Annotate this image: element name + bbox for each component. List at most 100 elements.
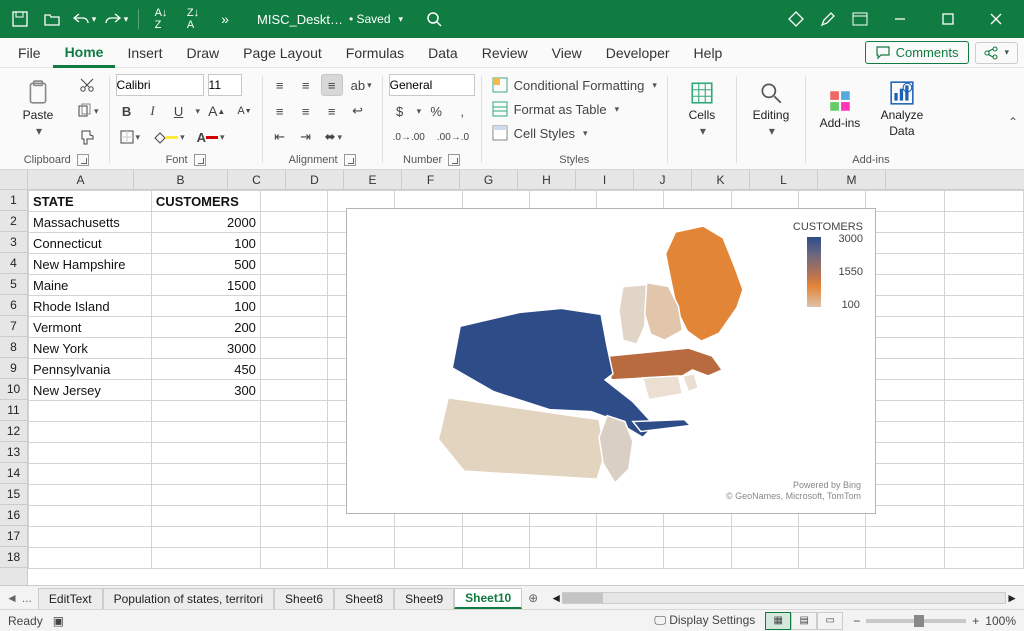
row-header[interactable]: 6 (0, 295, 27, 316)
cell[interactable] (260, 464, 327, 485)
row-header[interactable]: 1 (0, 190, 27, 211)
borders-icon[interactable]: ▾ (116, 126, 145, 148)
cell[interactable] (866, 233, 945, 254)
orientation-icon[interactable]: ab▾ (347, 74, 376, 96)
cell[interactable]: New Jersey (29, 380, 152, 401)
cell[interactable]: 1500 (151, 275, 260, 296)
cell[interactable]: Pennsylvania (29, 359, 152, 380)
column-header-K[interactable]: K (692, 170, 750, 189)
cell[interactable] (945, 254, 1024, 275)
cell[interactable] (597, 548, 664, 569)
font-name-select[interactable] (116, 74, 204, 96)
cell[interactable]: STATE (29, 191, 152, 212)
cell[interactable] (260, 422, 327, 443)
cell[interactable] (664, 527, 731, 548)
tab-developer[interactable]: Developer (594, 38, 682, 67)
cell[interactable] (866, 506, 945, 527)
cell[interactable] (945, 422, 1024, 443)
row-header[interactable]: 15 (0, 484, 27, 505)
cell[interactable] (866, 548, 945, 569)
row-header[interactable]: 12 (0, 421, 27, 442)
conditional-formatting-button[interactable]: Conditional Formatting▾ (488, 74, 661, 96)
column-header-H[interactable]: H (518, 170, 576, 189)
align-center-icon[interactable]: ≡ (295, 100, 317, 122)
align-top-icon[interactable]: ≡ (269, 74, 291, 96)
row-header[interactable]: 17 (0, 526, 27, 547)
column-header-G[interactable]: G (460, 170, 518, 189)
column-header-F[interactable]: F (402, 170, 460, 189)
cell[interactable] (29, 548, 152, 569)
analyze-data-button[interactable]: Analyze Data (874, 74, 930, 144)
cell[interactable] (945, 338, 1024, 359)
row-header[interactable]: 5 (0, 274, 27, 295)
cell[interactable] (945, 506, 1024, 527)
percent-icon[interactable]: % (425, 100, 447, 122)
cell[interactable] (29, 464, 152, 485)
column-header-E[interactable]: E (344, 170, 402, 189)
cell[interactable] (798, 527, 865, 548)
grow-font-icon[interactable]: A▲ (204, 100, 229, 122)
pen-icon[interactable] (814, 5, 842, 33)
cell[interactable] (945, 296, 1024, 317)
comma-icon[interactable]: , (451, 100, 473, 122)
cell[interactable] (866, 380, 945, 401)
cell[interactable] (731, 527, 798, 548)
undo-icon[interactable]: ▾ (70, 5, 98, 33)
cell[interactable] (866, 527, 945, 548)
cell[interactable] (866, 422, 945, 443)
row-header[interactable]: 9 (0, 358, 27, 379)
fill-color-icon[interactable]: ▾ (148, 126, 189, 148)
tab-file[interactable]: File (6, 38, 53, 67)
cell[interactable]: 450 (151, 359, 260, 380)
editing-button[interactable]: Editing▾ (743, 74, 799, 144)
cell[interactable] (260, 212, 327, 233)
cell[interactable] (260, 380, 327, 401)
merge-center-icon[interactable]: ⬌▾ (321, 126, 346, 148)
cell[interactable]: Vermont (29, 317, 152, 338)
cell[interactable]: New Hampshire (29, 254, 152, 275)
document-name[interactable]: MISC_Deskt… (257, 12, 343, 27)
cell[interactable]: 100 (151, 296, 260, 317)
sheet-nav-ellipsis[interactable]: ... (22, 591, 32, 605)
cell[interactable] (260, 254, 327, 275)
format-painter-icon[interactable] (72, 126, 103, 148)
sheet-tab-sheet10[interactable]: Sheet10 (454, 588, 522, 609)
sheet-tab-edittext[interactable]: EditText (38, 588, 103, 609)
italic-button[interactable]: I (142, 100, 164, 122)
font-color-icon[interactable]: A▾ (193, 126, 229, 148)
cell-styles-button[interactable]: Cell Styles▾ (488, 122, 661, 144)
maximize-button[interactable] (926, 0, 970, 38)
cell[interactable] (260, 443, 327, 464)
column-header-L[interactable]: L (750, 170, 818, 189)
cell[interactable]: 500 (151, 254, 260, 275)
sheet-nav-prev[interactable]: ◄ (6, 591, 18, 605)
sheet-tab-sheet8[interactable]: Sheet8 (334, 588, 394, 609)
tab-page-layout[interactable]: Page Layout (231, 38, 334, 67)
cell[interactable] (260, 191, 327, 212)
cell[interactable] (866, 275, 945, 296)
map-chart[interactable]: CUSTOMERS 3000 1550 100 Powered by Bing … (346, 208, 876, 514)
tab-insert[interactable]: Insert (115, 38, 174, 67)
cell[interactable] (260, 359, 327, 380)
align-left-icon[interactable]: ≡ (269, 100, 291, 122)
collapse-ribbon-icon[interactable]: ⌃ (1008, 115, 1018, 129)
number-format-select[interactable] (389, 74, 475, 96)
cell[interactable] (945, 212, 1024, 233)
cell[interactable] (29, 506, 152, 527)
font-size-select[interactable] (208, 74, 242, 96)
row-header[interactable]: 14 (0, 463, 27, 484)
cell[interactable] (945, 464, 1024, 485)
cell[interactable] (260, 233, 327, 254)
cell[interactable] (260, 338, 327, 359)
ribbon-display-icon[interactable] (846, 5, 874, 33)
open-icon[interactable] (38, 5, 66, 33)
cell[interactable]: Maine (29, 275, 152, 296)
cell[interactable] (945, 443, 1024, 464)
bold-button[interactable]: B (116, 100, 138, 122)
row-header[interactable]: 16 (0, 505, 27, 526)
tab-data[interactable]: Data (416, 38, 470, 67)
cell[interactable] (151, 548, 260, 569)
cell[interactable] (260, 275, 327, 296)
cell[interactable]: 3000 (151, 338, 260, 359)
cell[interactable] (260, 548, 327, 569)
